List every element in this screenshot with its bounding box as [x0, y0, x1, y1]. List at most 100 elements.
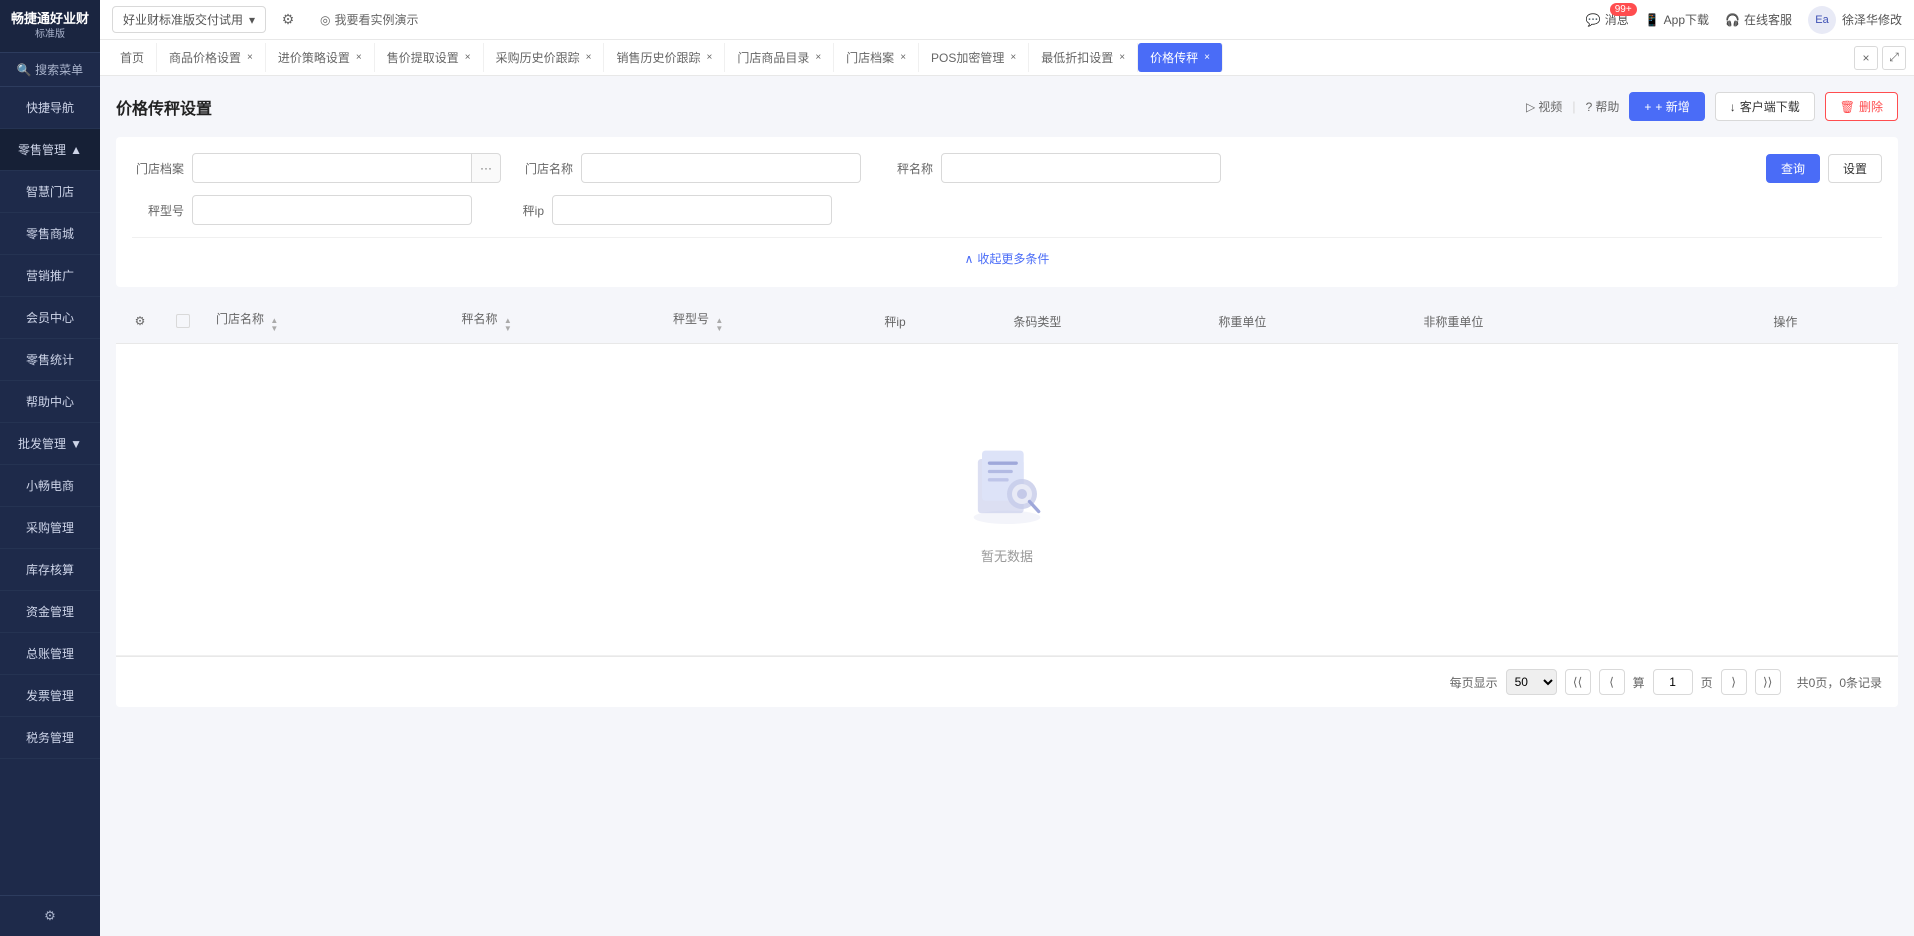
page-header: 价格传秤设置 ▷ 视频 | ? 帮助 + + 新增	[116, 92, 1898, 121]
app-logo-subtitle: 标准版	[8, 28, 92, 42]
tab-store-archive-close[interactable]: ×	[900, 52, 906, 63]
page-title: 价格传秤设置	[116, 95, 212, 119]
delete-icon: 🗑	[1840, 100, 1855, 114]
chevron-down-icon: ▼	[70, 437, 82, 451]
tab-maximize-btn[interactable]: ⤢	[1882, 46, 1906, 70]
sidebar-item-invoice-label: 发票管理	[26, 689, 74, 703]
tab-price-scale-close[interactable]: ×	[1204, 52, 1210, 63]
sidebar-item-small-ecom[interactable]: 小畅电商	[0, 465, 100, 507]
table-container: ⚙ 门店名称 ▲ ▼	[116, 299, 1898, 707]
store-archive-input-group: ···	[192, 153, 501, 183]
sidebar-item-retail[interactable]: 零售管理 ▲	[0, 129, 100, 171]
th-scale-ip: 秤ip	[872, 299, 1001, 344]
user-action[interactable]: Ea 徐泽华修改	[1808, 6, 1902, 34]
tab-purchase-history-close[interactable]: ×	[586, 52, 592, 63]
th-scale-model: 秤型号 ▲ ▼	[661, 299, 872, 344]
gear-icon: ⚙	[282, 11, 295, 28]
sidebar-item-smart-store[interactable]: 智慧门店	[0, 171, 100, 213]
sidebar-item-retail-mall[interactable]: 零售商城	[0, 213, 100, 255]
message-action[interactable]: 💬 消息 99+	[1586, 11, 1629, 28]
store-archive-label: 门店档案	[132, 160, 184, 177]
sidebar-settings-btn[interactable]: ⚙	[0, 895, 100, 936]
first-page-btn[interactable]: ⟨⟨	[1565, 669, 1591, 695]
tab-purchase-strategy-close[interactable]: ×	[356, 52, 362, 63]
sidebar-quick-nav[interactable]: 快捷导航	[0, 87, 100, 129]
sidebar-search[interactable]: 🔍 搜索菜单	[0, 53, 100, 87]
tab-home[interactable]: 首页	[108, 43, 157, 72]
page-number-input[interactable]	[1653, 669, 1693, 695]
scale-model-input[interactable]	[192, 195, 472, 225]
th-settings: ⚙	[116, 299, 164, 344]
chevron-up-icon: ▲	[70, 143, 82, 157]
tab-purchase-strategy[interactable]: 进价策略设置 ×	[266, 43, 375, 72]
settings-icon-btn[interactable]: ⚙	[274, 6, 302, 34]
scale-ip-input[interactable]	[552, 195, 832, 225]
sidebar-item-smart-store-label: 智慧门店	[26, 185, 74, 199]
sidebar-item-member[interactable]: 会员中心	[0, 297, 100, 339]
last-page-btn[interactable]: ⟩⟩	[1755, 669, 1781, 695]
tab-price-scale[interactable]: 价格传秤 ×	[1138, 43, 1223, 72]
th-action-label: 操作	[1773, 315, 1797, 329]
select-all-checkbox[interactable]	[176, 314, 190, 328]
download-button[interactable]: ↓ 客户端下载	[1715, 92, 1815, 121]
store-archive-input[interactable]	[192, 153, 472, 183]
sort-down-icon3: ▼	[715, 325, 723, 333]
tab-min-discount-close[interactable]: ×	[1119, 52, 1125, 63]
delete-button[interactable]: 🗑 删除	[1825, 92, 1898, 121]
sidebar-item-wholesale[interactable]: 批发管理 ▼	[0, 423, 100, 465]
tab-sale-extract-close[interactable]: ×	[465, 52, 471, 63]
per-page-select[interactable]: 50 10 20 100	[1506, 669, 1557, 695]
tab-sale-extract[interactable]: 售价提取设置 ×	[375, 43, 484, 72]
download-label: 客户端下载	[1740, 98, 1800, 115]
column-settings-btn[interactable]: ⚙	[128, 309, 152, 333]
online-service-action[interactable]: 🎧 在线客服	[1725, 11, 1792, 28]
sidebar-item-invoice[interactable]: 发票管理	[0, 675, 100, 717]
demo-link[interactable]: ◎ 我要看实例演示	[320, 11, 419, 28]
settings-form-button[interactable]: 设置	[1828, 154, 1882, 183]
store-name-input[interactable]	[581, 153, 861, 183]
search-form-row2: 秤型号 秤ip	[132, 195, 1882, 225]
th-scale-name: 秤名称 ▲ ▼	[450, 299, 661, 344]
tab-store-catalog-close[interactable]: ×	[815, 52, 821, 63]
video-link[interactable]: ▷ 视频	[1526, 98, 1562, 115]
query-button[interactable]: 查询	[1766, 154, 1820, 183]
sidebar-item-help-center[interactable]: 帮助中心	[0, 381, 100, 423]
help-link[interactable]: ? 帮助	[1586, 98, 1620, 115]
add-button[interactable]: + + 新增	[1629, 92, 1704, 121]
app-download-label: App下载	[1664, 11, 1709, 28]
tab-store-archive[interactable]: 门店档案 ×	[834, 43, 919, 72]
tab-sale-history-close[interactable]: ×	[706, 52, 712, 63]
collapse-btn[interactable]: ∧ 收起更多条件	[132, 246, 1882, 271]
sidebar-item-general-ledger[interactable]: 总账管理	[0, 633, 100, 675]
tab-pos-management[interactable]: POS加密管理 ×	[919, 43, 1029, 72]
tab-min-discount[interactable]: 最低折扣设置 ×	[1029, 43, 1138, 72]
sidebar-item-tax[interactable]: 税务管理	[0, 717, 100, 759]
sidebar-item-finance[interactable]: 资金管理	[0, 591, 100, 633]
tab-price-settings-close[interactable]: ×	[247, 52, 253, 63]
sidebar-item-marketing[interactable]: 营销推广	[0, 255, 100, 297]
tab-close-btn[interactable]: ×	[1854, 46, 1878, 70]
prev-page-btn[interactable]: ⟨	[1599, 669, 1625, 695]
version-selector[interactable]: 好业财标准版交付试用 ▾	[112, 6, 266, 33]
tab-price-settings[interactable]: 商品价格设置 ×	[157, 43, 266, 72]
tab-sale-history[interactable]: 销售历史价跟踪 ×	[604, 43, 725, 72]
tab-store-catalog[interactable]: 门店商品目录 ×	[725, 43, 834, 72]
tab-sale-extract-label: 售价提取设置	[387, 49, 459, 66]
tab-purchase-strategy-label: 进价策略设置	[278, 49, 350, 66]
next-page-btn[interactable]: ⟩	[1721, 669, 1747, 695]
empty-cell: 暂无数据	[116, 344, 1898, 656]
tab-pos-management-close[interactable]: ×	[1010, 52, 1016, 63]
scale-name-input[interactable]	[941, 153, 1221, 183]
sidebar: 畅捷通好业财 标准版 🔍 搜索菜单 快捷导航 零售管理 ▲ 智慧门店 零售商城 …	[0, 0, 100, 936]
store-archive-suffix-btn[interactable]: ···	[472, 153, 501, 183]
sidebar-item-inventory[interactable]: 库存核算	[0, 549, 100, 591]
sidebar-item-retail-stats[interactable]: 零售统计	[0, 339, 100, 381]
sidebar-item-purchase[interactable]: 采购管理	[0, 507, 100, 549]
th-barcode-type: 条码类型	[1001, 299, 1206, 344]
top-bar-left: 好业财标准版交付试用 ▾ ⚙ ◎ 我要看实例演示	[112, 6, 419, 34]
app-download-action[interactable]: 📱 App下载	[1645, 11, 1709, 28]
sidebar-item-retail-label: 零售管理	[18, 141, 66, 158]
tab-purchase-history[interactable]: 采购历史价跟踪 ×	[484, 43, 605, 72]
sidebar-item-tax-label: 税务管理	[26, 731, 74, 745]
scale-name-label: 秤名称	[881, 160, 933, 177]
